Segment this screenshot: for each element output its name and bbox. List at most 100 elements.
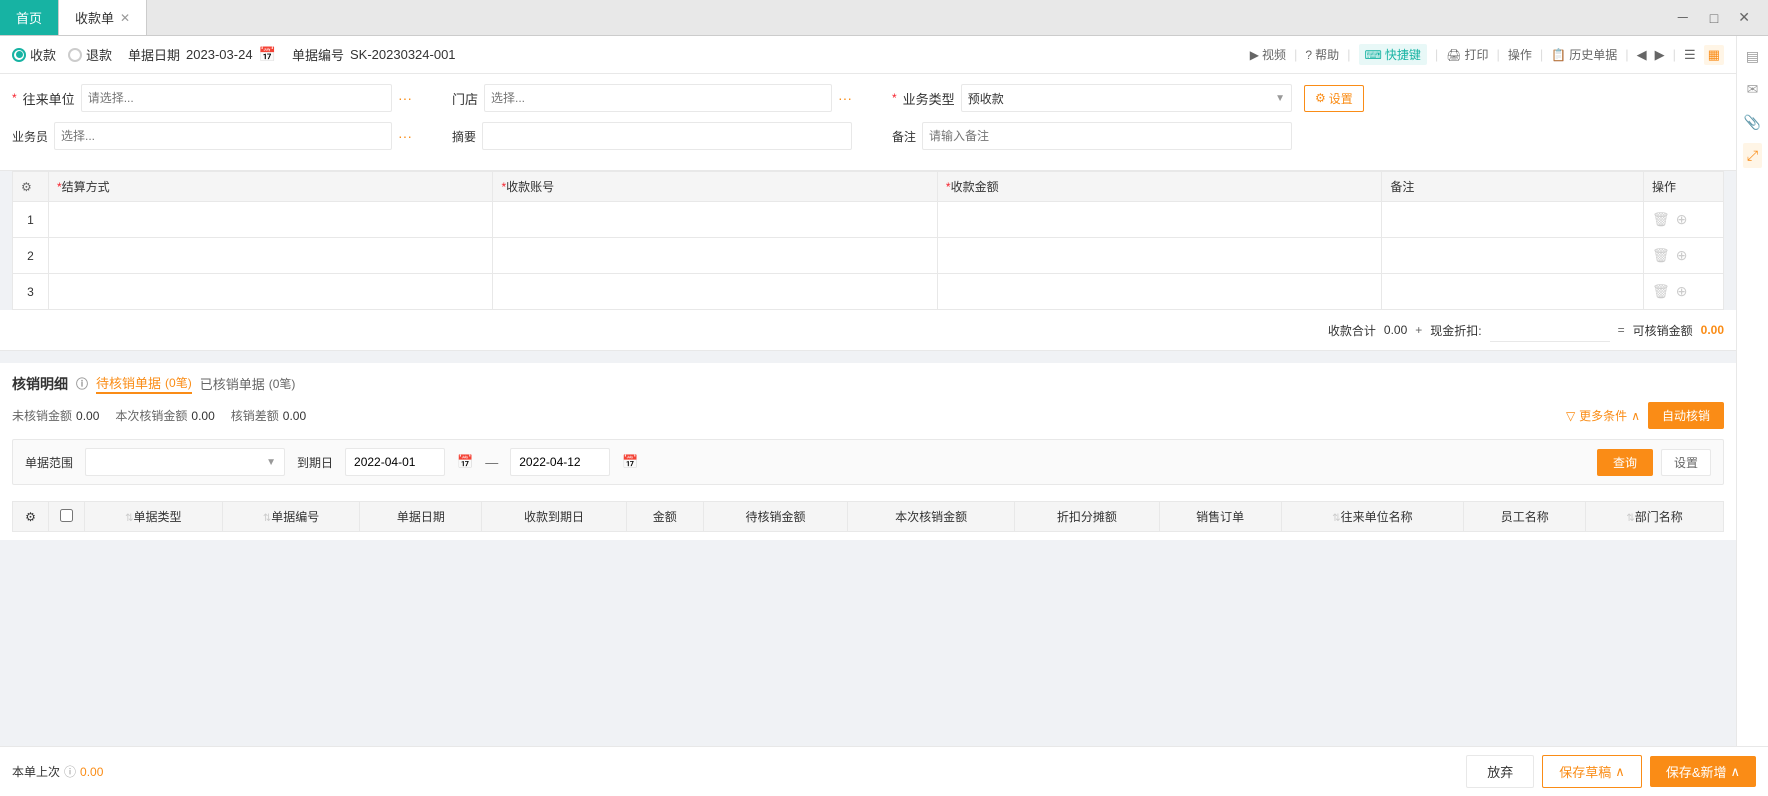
- settings-gear-icon: ⚙: [1315, 91, 1326, 105]
- footer-bar: 本单上次 ⓘ 0.00 放弃 保存草稿 ∧ 保存&新增 ∧: [0, 746, 1768, 796]
- btable-check-all[interactable]: [60, 509, 73, 522]
- row-3-amount[interactable]: [937, 274, 1381, 310]
- btable-gear-icon[interactable]: ⚙: [25, 510, 36, 524]
- summary-input[interactable]: [482, 122, 852, 150]
- operation-btn[interactable]: 操作: [1508, 46, 1532, 63]
- sep6: |: [1625, 47, 1628, 62]
- sort-type-icon[interactable]: ⇅: [125, 513, 133, 524]
- remark-input[interactable]: [922, 122, 1292, 150]
- tab-pending[interactable]: 待核销单据 (0笔): [96, 373, 192, 394]
- section-info-icon[interactable]: ⓘ: [76, 375, 88, 392]
- row-3-delete-icon[interactable]: 🗑: [1652, 283, 1670, 300]
- menu-icon[interactable]: ☰: [1684, 47, 1696, 63]
- tab-home[interactable]: 首页: [0, 0, 58, 35]
- sidebar-expand-icon[interactable]: ⤢: [1743, 143, 1762, 168]
- counterparty-label: 往来单位: [23, 89, 75, 108]
- this-bill-info-icon[interactable]: ⓘ: [64, 763, 76, 780]
- counterparty-more-icon[interactable]: ···: [398, 90, 412, 106]
- btable-header-staff: 员工名称: [1464, 502, 1586, 532]
- salesman-input[interactable]: [54, 122, 392, 150]
- window-controls: － □ ✕: [1670, 6, 1768, 30]
- date-from-input[interactable]: [345, 448, 445, 476]
- tab-pending-label: 待核销单据: [96, 373, 161, 392]
- sidebar-mail-icon[interactable]: ✉: [1743, 77, 1763, 102]
- query-btn[interactable]: 查询: [1597, 449, 1653, 476]
- tab-bar: 首页 收款单 ✕ － □ ✕: [0, 0, 1768, 36]
- tab-verified[interactable]: 已核销单据 (0笔): [200, 374, 296, 393]
- sep7: |: [1673, 47, 1676, 62]
- voucher-date-value: 2023-03-24: [186, 47, 253, 62]
- tab-receipt-close[interactable]: ✕: [120, 11, 130, 25]
- print-btn[interactable]: 🖨 打印: [1446, 46, 1488, 63]
- date-to-input[interactable]: [510, 448, 610, 476]
- store-more-icon[interactable]: ···: [838, 90, 852, 106]
- row-3-remark[interactable]: [1382, 274, 1644, 310]
- radio-refund-label: 退款: [86, 45, 112, 64]
- current-label: 本次核销金额: [115, 407, 187, 424]
- calendar-from-icon[interactable]: 📅: [457, 454, 473, 470]
- row-1-settlement[interactable]: [49, 202, 493, 238]
- more-filter-btn[interactable]: ▽ 更多条件 ∧: [1566, 407, 1640, 424]
- sort-counterparty-icon[interactable]: ⇅: [1332, 513, 1340, 524]
- salesman-more-icon[interactable]: ···: [398, 128, 412, 144]
- save-draft-button[interactable]: 保存草稿 ∧: [1542, 755, 1642, 788]
- nav-left-icon[interactable]: ◀: [1637, 47, 1647, 63]
- radio-receipt[interactable]: 收款: [12, 45, 56, 64]
- row-1-copy-icon[interactable]: ⊕: [1676, 211, 1688, 228]
- table-settings-btn[interactable]: 设置: [1661, 449, 1711, 476]
- search-area: 单据范围 ▼ 到期日 📅 — 📅 查询 设置: [0, 439, 1736, 493]
- row-2-num: 2: [13, 238, 49, 274]
- sort-no-icon[interactable]: ⇅: [263, 513, 271, 524]
- history-btn[interactable]: 📋 历史单据: [1551, 46, 1617, 63]
- business-type-select[interactable]: 预收款 ▼: [961, 84, 1292, 112]
- sidebar-table-icon[interactable]: ▤: [1742, 44, 1763, 69]
- row-3-settlement[interactable]: [49, 274, 493, 310]
- range-select[interactable]: ▼: [85, 448, 285, 476]
- store-input[interactable]: [484, 84, 832, 112]
- row-1-num: 1: [13, 202, 49, 238]
- table-gear-icon[interactable]: ⚙: [21, 180, 32, 194]
- nav-right-icon[interactable]: ▶: [1655, 47, 1665, 63]
- this-bill-value: 0.00: [80, 765, 103, 779]
- radio-refund[interactable]: 退款: [68, 45, 112, 64]
- row-2-delete-icon[interactable]: 🗑: [1652, 247, 1670, 264]
- row-1-amount[interactable]: [937, 202, 1381, 238]
- row-2-remark[interactable]: [1382, 238, 1644, 274]
- diff-label: 核销差额: [231, 407, 279, 424]
- shortcut-icon: ⌨: [1365, 48, 1382, 62]
- video-btn[interactable]: ▶ 视频: [1250, 46, 1286, 63]
- calendar-icon[interactable]: 📅: [259, 46, 276, 63]
- row-1-remark[interactable]: [1382, 202, 1644, 238]
- print-label: 打印: [1464, 46, 1488, 63]
- help-btn[interactable]: ? 帮助: [1305, 46, 1339, 63]
- maximize-button[interactable]: □: [1704, 8, 1724, 28]
- row-3-copy-icon[interactable]: ⊕: [1676, 283, 1688, 300]
- row-2-account[interactable]: [493, 238, 937, 274]
- sort-dept-icon[interactable]: ⇅: [1626, 513, 1634, 524]
- grid-icon[interactable]: ▦: [1704, 45, 1724, 65]
- row-2-copy-icon[interactable]: ⊕: [1676, 247, 1688, 264]
- minimize-button[interactable]: －: [1670, 6, 1696, 30]
- business-type-required: *: [892, 91, 897, 105]
- sidebar-clip-icon[interactable]: 📎: [1740, 110, 1765, 135]
- row-2-settlement[interactable]: [49, 238, 493, 274]
- salesman-label: 业务员: [12, 128, 48, 145]
- discount-input[interactable]: [1490, 318, 1610, 342]
- auto-verify-btn[interactable]: 自动核销: [1648, 402, 1724, 429]
- row-2-amount[interactable]: [937, 238, 1381, 274]
- calendar-to-icon[interactable]: 📅: [622, 454, 638, 470]
- tab-receipt[interactable]: 收款单 ✕: [58, 0, 147, 35]
- save-new-arrow: ∧: [1730, 764, 1740, 780]
- shortcut-btn[interactable]: ⌨ 快捷键: [1359, 44, 1427, 65]
- counterparty-input[interactable]: [81, 84, 392, 112]
- settings-button[interactable]: ⚙ 设置: [1304, 85, 1364, 112]
- abandon-button[interactable]: 放弃: [1466, 755, 1534, 788]
- row-1-account[interactable]: [493, 202, 937, 238]
- table-header-gear: ⚙: [13, 172, 49, 202]
- save-new-button[interactable]: 保存&新增 ∧: [1650, 756, 1756, 787]
- row-1-delete-icon[interactable]: 🗑: [1652, 211, 1670, 228]
- row-3-account[interactable]: [493, 274, 937, 310]
- table-row: 1 🗑 ⊕: [13, 202, 1724, 238]
- table-header-amount: *收款金额: [937, 172, 1381, 202]
- close-window-button[interactable]: ✕: [1732, 7, 1756, 28]
